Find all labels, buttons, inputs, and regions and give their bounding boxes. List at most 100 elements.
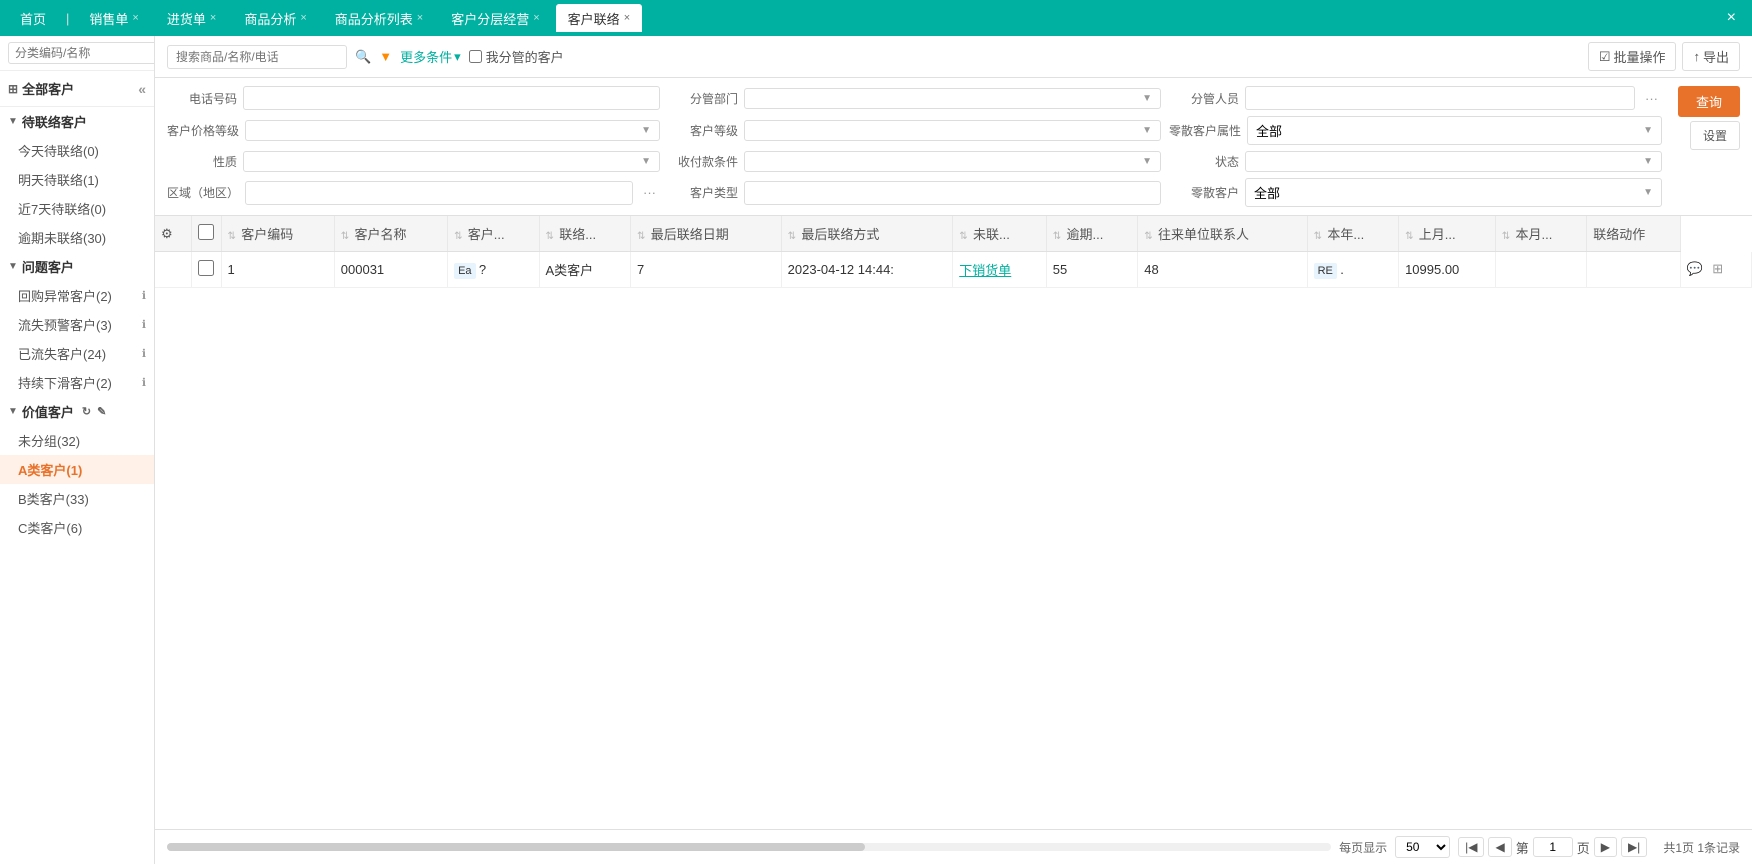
overdue-sort-icon: ⇅ <box>1053 231 1061 242</box>
nav-tab-1[interactable]: 进货单 × <box>155 4 228 32</box>
filter-field-dept: 分管部门 ▼ <box>668 88 1161 109</box>
status-select[interactable]: ▼ <box>1245 151 1662 172</box>
sidebar-item-today[interactable]: 今天待联络(0) <box>0 136 154 165</box>
retail-attr-select[interactable]: 全部 ▼ <box>1247 116 1662 145</box>
chat-icon-0[interactable]: 💬 <box>1687 261 1703 276</box>
filter-more-btn[interactable]: 更多条件 ▾ <box>400 47 461 66</box>
nav-tab-4[interactable]: 客户分层经营 × <box>439 4 551 32</box>
filter-search-icon[interactable]: 🔍 <box>355 49 371 65</box>
nature-select[interactable]: ▼ <box>243 151 660 172</box>
sidebar-item-declining[interactable]: 持续下滑客户(2) ℹ <box>0 368 154 397</box>
row-overdue-0: 48 <box>1144 262 1158 277</box>
nav-tab-0[interactable]: 销售单 × <box>77 4 150 32</box>
sidebar-item-tomorrow[interactable]: 明天待联络(1) <box>0 165 154 194</box>
person-dots-icon[interactable]: ··· <box>1641 91 1662 106</box>
th-code[interactable]: ⇅ 客户编码 <box>221 216 334 252</box>
nav-tab-5[interactable]: 客户联络 × <box>556 4 642 32</box>
phone-input[interactable] <box>243 86 660 110</box>
nature-label: 性质 <box>167 153 237 170</box>
nav-home[interactable]: 首页 <box>8 9 58 28</box>
contact-sort-icon: ⇅ <box>546 231 554 242</box>
th-customer-type[interactable]: ⇅ 客户... <box>448 216 539 252</box>
nav-tab-close-1[interactable]: × <box>210 12 216 24</box>
last-page-button[interactable]: ▶| <box>1621 837 1647 857</box>
row-last-contact-method-0[interactable]: 下销货单 <box>959 263 1011 278</box>
type-sort-icon: ⇅ <box>454 231 462 242</box>
action-grid-icon-0[interactable]: ⊞ <box>1712 261 1723 276</box>
sidebar-search-input[interactable] <box>8 42 155 64</box>
region-input[interactable] <box>245 181 633 205</box>
unclassified-label: 未分组(32) <box>18 431 80 450</box>
price-grade-select[interactable]: ▼ <box>245 120 660 141</box>
sidebar-item-churn-warning[interactable]: 流失预警客户(3) ℹ <box>0 310 154 339</box>
pagination-bar: 每页显示 50 100 |◀ ◀ 第 页 ▶ ▶| 共1页 1条记录 <box>155 829 1752 864</box>
th-last-contact-date[interactable]: ⇅ 最后联络日期 <box>630 216 781 252</box>
filter-field-status: 状态 ▼ <box>1169 151 1662 172</box>
retail-customer-select[interactable]: 全部 ▼ <box>1245 178 1662 207</box>
setting-button[interactable]: 设置 <box>1690 121 1740 150</box>
sidebar-item-churned[interactable]: 已流失客户(24) ℹ <box>0 339 154 368</box>
batch-ops-button[interactable]: ☑ 批量操作 <box>1588 42 1677 71</box>
nav-tab-2[interactable]: 商品分析 × <box>232 4 318 32</box>
value-edit-icon[interactable]: ✎ <box>97 405 106 418</box>
th-code-label: 客户编码 <box>241 227 293 242</box>
horizontal-scrollbar-thumb[interactable] <box>167 843 865 851</box>
th-this-year[interactable]: ⇅ 本年... <box>1307 216 1398 252</box>
query-button[interactable]: 查询 <box>1678 86 1740 117</box>
sidebar-item-class-c[interactable]: C类客户(6) <box>0 513 154 542</box>
th-name[interactable]: ⇅ 客户名称 <box>334 216 447 252</box>
uncontacted-sort-icon: ⇅ <box>959 231 967 242</box>
gear-icon[interactable]: ⚙ <box>161 226 173 241</box>
sidebar-item-class-b[interactable]: B类客户(33) <box>0 484 154 513</box>
payment-select[interactable]: ▼ <box>744 151 1161 172</box>
region-dots-icon[interactable]: ··· <box>639 185 660 200</box>
sidebar-item-overdue[interactable]: 逾期未联络(30) <box>0 223 154 252</box>
sidebar-collapse-icon[interactable]: « <box>138 81 146 97</box>
filter-search-input[interactable] <box>167 45 347 69</box>
customer-type-input[interactable] <box>744 181 1161 205</box>
price-grade-label: 客户价格等级 <box>167 122 239 139</box>
person-input[interactable] <box>1245 86 1635 110</box>
filter-field-customer-grade: 客户等级 ▼ <box>668 120 1161 141</box>
th-overdue[interactable]: ⇅ 逾期... <box>1046 216 1137 252</box>
export-button[interactable]: ↑ 导出 <box>1682 42 1740 71</box>
nav-tab-close-0[interactable]: × <box>132 12 138 24</box>
sidebar-item-repurchase-abnormal[interactable]: 回购异常客户(2) ℹ <box>0 281 154 310</box>
th-contact-count-label: 联络... <box>559 227 596 242</box>
sidebar-section-problem[interactable]: ▼ 问题客户 <box>0 252 154 281</box>
horizontal-scrollbar-track[interactable] <box>167 843 1331 851</box>
sidebar-item-class-a[interactable]: A类客户(1) <box>0 455 154 484</box>
dept-select[interactable]: ▼ <box>744 88 1161 109</box>
per-page-select[interactable]: 50 100 <box>1395 836 1450 858</box>
sidebar-item-7days[interactable]: 近7天待联络(0) <box>0 194 154 223</box>
select-all-checkbox[interactable] <box>198 224 214 240</box>
value-refresh-icon[interactable]: ↻ <box>82 405 91 418</box>
prev-page-button[interactable]: ◀ <box>1488 837 1511 857</box>
row-checkbox-0[interactable] <box>198 260 214 276</box>
th-contact-count[interactable]: ⇅ 联络... <box>539 216 630 252</box>
my-customers-checkbox[interactable] <box>469 50 482 63</box>
th-contact-person[interactable]: ⇅ 往来单位联系人 <box>1138 216 1307 252</box>
nav-close-all[interactable]: × <box>1719 5 1744 31</box>
th-this-month[interactable]: ⇅ 本月... <box>1495 216 1586 252</box>
nav-tab-close-5[interactable]: × <box>624 12 630 24</box>
th-last-contact-method[interactable]: ⇅ 最后联络方式 <box>781 216 953 252</box>
th-uncontacted[interactable]: ⇅ 未联... <box>953 216 1047 252</box>
nav-tab-close-4[interactable]: × <box>533 12 539 24</box>
sidebar-item-unclassified[interactable]: 未分组(32) <box>0 426 154 455</box>
sidebar-all-customers-label[interactable]: 全部客户 <box>22 79 74 98</box>
sidebar-section-value[interactable]: ▼ 价值客户 ↻ ✎ <box>0 397 154 426</box>
my-customers-checkbox-label[interactable]: 我分管的客户 <box>469 47 564 66</box>
sidebar-section-pending[interactable]: ▼ 待联络客户 <box>0 107 154 136</box>
nav-tab-close-2[interactable]: × <box>300 12 306 24</box>
td-contact-person-0: RE . <box>1307 252 1398 288</box>
first-page-button[interactable]: |◀ <box>1458 837 1484 857</box>
th-last-month[interactable]: ⇅ 上月... <box>1399 216 1496 252</box>
nav-tab-3[interactable]: 商品分析列表 × <box>323 4 435 32</box>
th-gear: ⚙ <box>155 216 191 252</box>
page-input[interactable] <box>1533 837 1573 857</box>
scrollbar-area <box>167 839 1331 855</box>
customer-grade-select[interactable]: ▼ <box>744 120 1161 141</box>
next-page-button[interactable]: ▶ <box>1594 837 1617 857</box>
nav-tab-close-3[interactable]: × <box>417 12 423 24</box>
